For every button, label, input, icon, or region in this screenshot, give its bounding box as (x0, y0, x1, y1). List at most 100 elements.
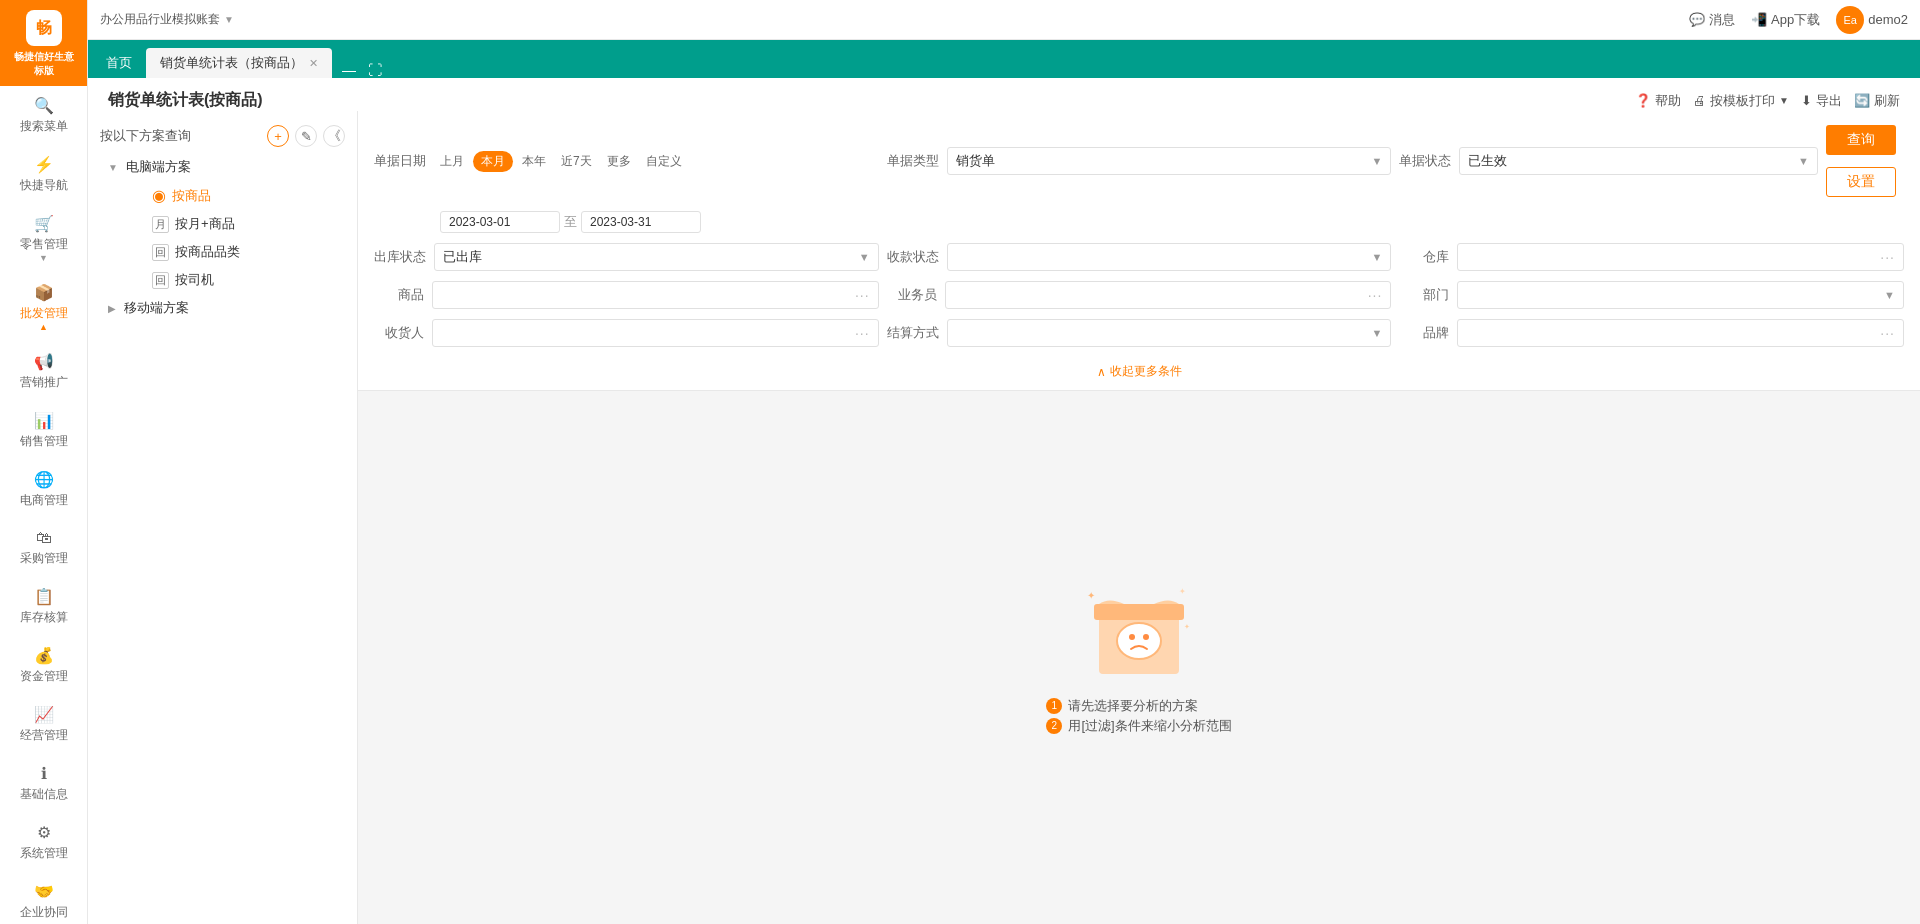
sidebar-item-finance[interactable]: 💰 资金管理 (0, 636, 87, 695)
retail-icon: 🛒 (34, 214, 54, 233)
shortcut-this-month[interactable]: 本月 (473, 151, 513, 172)
dept-input[interactable]: ▼ (1457, 281, 1904, 309)
sidebar-item-retail[interactable]: 🛒 零售管理 ▼ (0, 204, 87, 273)
tab-minimize-icon[interactable]: — (336, 62, 362, 78)
filter-row-3: 商品 ··· 业务员 ··· (374, 281, 1904, 309)
topbar-left: 办公用品行业模拟账套 ▼ (100, 11, 234, 28)
sidebar-item-quick[interactable]: ⚡ 快捷导航 (0, 145, 87, 204)
help-label: 帮助 (1655, 92, 1681, 110)
enterprise-icon: 🤝 (34, 882, 54, 901)
sidebar-item-label: 企业协同 (20, 904, 68, 921)
app-download-label: App下载 (1771, 11, 1820, 29)
collapse-button[interactable]: ∧ 收起更多条件 (374, 357, 1904, 390)
warehouse-input[interactable]: ··· (1457, 243, 1904, 271)
brand-input[interactable]: ··· (1457, 319, 1904, 347)
tree-node-by-goods[interactable]: ◉ 按商品 (124, 181, 357, 210)
logo-subtext: 标版 (34, 64, 54, 78)
status-input[interactable]: 已生效 ▼ (1459, 147, 1818, 175)
sidebar-item-label: 销售管理 (20, 433, 68, 450)
date-to-input[interactable] (581, 211, 701, 233)
message-icon: 💬 (1689, 12, 1705, 27)
action-buttons: 查询 设置 (1818, 121, 1904, 201)
shortcut-custom[interactable]: 自定义 (640, 151, 688, 172)
tree-node-mobile[interactable]: ▶ 移动端方案 (88, 294, 357, 322)
sidebar-item-search[interactable]: 🔍 搜索菜单 (0, 86, 87, 145)
scheme-panel: 按以下方案查询 + ✎ 《 (88, 111, 358, 924)
settlement-input[interactable]: ▼ (947, 319, 1392, 347)
finance-icon: 💰 (34, 646, 54, 665)
sidebar-item-basic[interactable]: ℹ 基础信息 (0, 754, 87, 813)
message-button[interactable]: 💬 消息 (1689, 11, 1735, 29)
sidebar-item-label: 库存核算 (20, 609, 68, 626)
status-value: 已生效 (1468, 152, 1794, 170)
tree-node-by-month-goods[interactable]: 月 按月+商品 (124, 210, 357, 238)
tree-expand-icon: ▼ (108, 162, 118, 173)
refresh-icon: 🔄 (1854, 93, 1870, 108)
user-menu[interactable]: Ea demo2 (1836, 6, 1908, 34)
sidebar-item-ecom[interactable]: 🌐 电商管理 (0, 460, 87, 519)
chevron-down-icon: ▼ (1779, 95, 1789, 106)
sidebar-item-inventory[interactable]: 📋 库存核算 (0, 577, 87, 636)
plus-icon: + (274, 129, 282, 144)
sidebar-item-purchase[interactable]: 🛍 采购管理 (0, 519, 87, 577)
sidebar-item-sales-mgmt[interactable]: 📊 销售管理 (0, 401, 87, 460)
staff-input[interactable]: ··· (945, 281, 1392, 309)
goods-input[interactable]: ··· (432, 281, 879, 309)
type-value: 销货单 (956, 152, 1368, 170)
sidebar-item-wholesale[interactable]: 📦 批发管理 ▲ (0, 273, 87, 342)
edit-icon: ✎ (301, 129, 312, 144)
app-download-button[interactable]: 📲 App下载 (1751, 11, 1820, 29)
stock-out-label: 出库状态 (374, 248, 434, 266)
date-from-input[interactable] (440, 211, 560, 233)
tab-maximize-icon[interactable]: ⛶ (362, 62, 388, 78)
sidebar-item-label: 采购管理 (20, 550, 68, 567)
tree-node-by-goods-cat[interactable]: 回 按商品品类 (124, 238, 357, 266)
tree-node-by-goods-cat-label: 按商品品类 (175, 243, 240, 261)
sidebar-item-enterprise[interactable]: 🤝 企业协同 (0, 872, 87, 924)
empty-step1-text: 请先选择要分析的方案 (1068, 697, 1198, 715)
tab-sales[interactable]: 销货单统计表（按商品） ✕ (146, 48, 332, 78)
tab-home[interactable]: 首页 (92, 48, 146, 78)
topbar-right: 💬 消息 📲 App下载 Ea demo2 (1689, 6, 1908, 34)
tree-node-by-clerk[interactable]: 回 按司机 (124, 266, 357, 294)
shortcut-7days[interactable]: 近7天 (555, 151, 598, 172)
setup-button[interactable]: 设置 (1826, 167, 1896, 197)
svg-point-2 (1117, 623, 1161, 659)
refresh-button[interactable]: 🔄 刷新 (1854, 92, 1900, 110)
tab-close-icon[interactable]: ✕ (309, 57, 318, 70)
shortcut-this-year[interactable]: 本年 (516, 151, 552, 172)
stock-out-input[interactable]: 已出库 ▼ (434, 243, 879, 271)
type-input[interactable]: 销货单 ▼ (947, 147, 1392, 175)
tree-node-pc[interactable]: ▼ 电脑端方案 (88, 153, 357, 181)
filter-status-item: 单据状态 已生效 ▼ 查询 设置 (1399, 121, 1904, 201)
filter-warehouse-item: 仓库 ··· (1399, 243, 1904, 271)
app-logo: 畅 畅捷信好生意 标版 (0, 0, 88, 86)
filter-payment-item: 收款状态 ▼ (887, 243, 1392, 271)
account-dropdown[interactable]: 办公用品行业模拟账套 ▼ (100, 11, 234, 28)
empty-step2: 2 用[过滤]条件来缩小分析范围 (1046, 717, 1231, 735)
sidebar-item-marketing[interactable]: 📢 营销推广 (0, 342, 87, 401)
scheme-edit-button[interactable]: ✎ (295, 125, 317, 147)
sidebar-item-ops[interactable]: 📈 经营管理 (0, 695, 87, 754)
help-button[interactable]: ❓ 帮助 (1635, 92, 1681, 110)
chevron-up-icon: ▲ (39, 322, 48, 332)
shortcut-last-month[interactable]: 上月 (434, 151, 470, 172)
template-print-button[interactable]: 🖨 按模板打印 ▼ (1693, 92, 1789, 110)
chevron-down-icon: ▼ (1798, 155, 1809, 167)
date-shortcuts: 上月 本月 本年 近7天 更多 自定义 (434, 151, 879, 172)
filter-brand-item: 品牌 ··· (1399, 319, 1904, 347)
scheme-header: 按以下方案查询 + ✎ 《 (88, 119, 357, 153)
payment-input[interactable]: ▼ (947, 243, 1392, 271)
sidebar-item-system[interactable]: ⚙ 系统管理 (0, 813, 87, 872)
scheme-add-button[interactable]: + (267, 125, 289, 147)
sidebar-item-label: 营销推广 (20, 374, 68, 391)
goods-cat-icon: 回 (152, 244, 169, 261)
scheme-collapse-button[interactable]: 《 (323, 125, 345, 147)
recipient-input[interactable]: ··· (432, 319, 879, 347)
export-button[interactable]: ⬇ 导出 (1801, 92, 1842, 110)
shortcut-more[interactable]: 更多 (601, 151, 637, 172)
avatar-initials: Ea (1844, 14, 1857, 26)
empty-step1: 1 请先选择要分析的方案 (1046, 697, 1231, 715)
ops-icon: 📈 (34, 705, 54, 724)
query-button[interactable]: 查询 (1826, 125, 1896, 155)
